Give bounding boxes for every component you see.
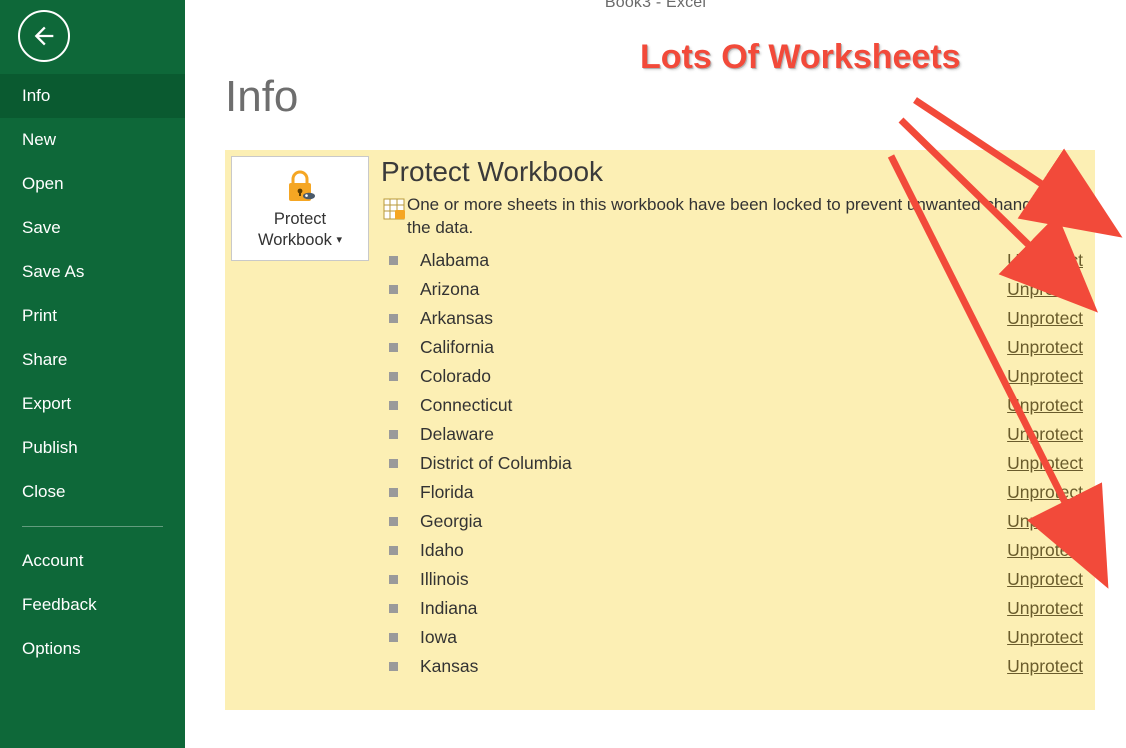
sheet-name: Florida [420, 482, 1007, 503]
unprotect-link[interactable]: Unprotect [1007, 569, 1083, 590]
unprotect-link[interactable]: Unprotect [1007, 279, 1083, 300]
protected-sheet-row: CaliforniaUnprotect [387, 333, 1085, 362]
sheet-name: Indiana [420, 598, 1007, 619]
sidebar-item-close[interactable]: Close [0, 470, 185, 514]
list-bullet [389, 459, 398, 468]
protect-workbook-button[interactable]: Protect Workbook ▾ [231, 156, 369, 261]
worksheet-protected-icon [381, 198, 407, 225]
sheet-name: Idaho [420, 540, 1007, 561]
sidebar-item-info[interactable]: Info [0, 74, 185, 118]
sidebar-item-account[interactable]: Account [0, 539, 185, 583]
unprotect-link[interactable]: Unprotect [1007, 540, 1083, 561]
unprotect-link[interactable]: Unprotect [1007, 395, 1083, 416]
unprotect-link[interactable]: Unprotect [1007, 598, 1083, 619]
sidebar-item-export[interactable]: Export [0, 382, 185, 426]
list-bullet [389, 517, 398, 526]
arrow-left-icon [30, 22, 58, 50]
window-title: Book3 - Excel [185, 0, 1126, 12]
list-bullet [389, 343, 398, 352]
sidebar-item-save-as[interactable]: Save As [0, 250, 185, 294]
protected-sheet-row: DelawareUnprotect [387, 420, 1085, 449]
sheet-name: Kansas [420, 656, 1007, 677]
sidebar-item-publish[interactable]: Publish [0, 426, 185, 470]
list-bullet [389, 633, 398, 642]
unprotect-link[interactable]: Unprotect [1007, 250, 1083, 271]
list-bullet [389, 372, 398, 381]
unprotect-link[interactable]: Unprotect [1007, 656, 1083, 677]
unprotect-link[interactable]: Unprotect [1007, 482, 1083, 503]
sidebar-item-options[interactable]: Options [0, 627, 185, 671]
sheet-name: Arkansas [420, 308, 1007, 329]
sheet-name: Georgia [420, 511, 1007, 532]
sheet-name: Illinois [420, 569, 1007, 590]
sidebar-item-feedback[interactable]: Feedback [0, 583, 185, 627]
sidebar-item-print[interactable]: Print [0, 294, 185, 338]
back-button[interactable] [18, 10, 70, 62]
list-bullet [389, 285, 398, 294]
sidebar-item-save[interactable]: Save [0, 206, 185, 250]
protected-sheet-row: AlabamaUnprotect [387, 246, 1085, 275]
protected-sheet-row: IndianaUnprotect [387, 594, 1085, 623]
protect-workbook-description: One or more sheets in this workbook have… [407, 194, 1085, 240]
unprotect-link[interactable]: Unprotect [1007, 627, 1083, 648]
list-bullet [389, 604, 398, 613]
protected-sheet-row: District of ColumbiaUnprotect [387, 449, 1085, 478]
page-title: Info [225, 72, 1096, 122]
list-bullet [389, 488, 398, 497]
sheet-name: Connecticut [420, 395, 1007, 416]
sheet-name: California [420, 337, 1007, 358]
list-bullet [389, 401, 398, 410]
unprotect-link[interactable]: Unprotect [1007, 453, 1083, 474]
sheet-name: Delaware [420, 424, 1007, 445]
list-bullet [389, 430, 398, 439]
list-bullet [389, 256, 398, 265]
protect-workbook-panel: Protect Workbook ▾ Protect Workbook [225, 150, 1095, 710]
protected-sheet-row: GeorgiaUnprotect [387, 507, 1085, 536]
sidebar-item-open[interactable]: Open [0, 162, 185, 206]
sidebar-item-new[interactable]: New [0, 118, 185, 162]
sheet-name: Iowa [420, 627, 1007, 648]
protected-sheet-row: ColoradoUnprotect [387, 362, 1085, 391]
protected-sheet-row: IdahoUnprotect [387, 536, 1085, 565]
list-bullet [389, 662, 398, 671]
unprotect-link[interactable]: Unprotect [1007, 366, 1083, 387]
backstage-sidebar: InfoNewOpenSaveSave AsPrintShareExportPu… [0, 0, 185, 748]
sidebar-item-share[interactable]: Share [0, 338, 185, 382]
sheet-name: Colorado [420, 366, 1007, 387]
list-bullet [389, 314, 398, 323]
sidebar-separator [22, 526, 163, 527]
lock-icon [238, 169, 362, 203]
list-bullet [389, 546, 398, 555]
unprotect-link[interactable]: Unprotect [1007, 337, 1083, 358]
main-content: Book3 - Excel Info Protect Workbook ▾ [185, 0, 1126, 748]
protected-sheet-row: KansasUnprotect [387, 652, 1085, 681]
protected-sheet-list: AlabamaUnprotectArizonaUnprotectArkansas… [387, 246, 1085, 681]
sheet-name: Alabama [420, 250, 1007, 271]
protected-sheet-row: FloridaUnprotect [387, 478, 1085, 507]
protect-workbook-heading: Protect Workbook [381, 156, 1085, 188]
protected-sheet-row: ArizonaUnprotect [387, 275, 1085, 304]
unprotect-link[interactable]: Unprotect [1007, 511, 1083, 532]
protected-sheet-row: ConnecticutUnprotect [387, 391, 1085, 420]
sheet-name: Arizona [420, 279, 1007, 300]
unprotect-link[interactable]: Unprotect [1007, 308, 1083, 329]
protect-workbook-label: Protect Workbook ▾ [238, 209, 362, 250]
protected-sheet-row: ArkansasUnprotect [387, 304, 1085, 333]
list-bullet [389, 575, 398, 584]
unprotect-link[interactable]: Unprotect [1007, 424, 1083, 445]
chevron-down-icon: ▾ [337, 233, 343, 245]
protected-sheet-row: IllinoisUnprotect [387, 565, 1085, 594]
protected-sheet-row: IowaUnprotect [387, 623, 1085, 652]
sheet-name: District of Columbia [420, 453, 1007, 474]
